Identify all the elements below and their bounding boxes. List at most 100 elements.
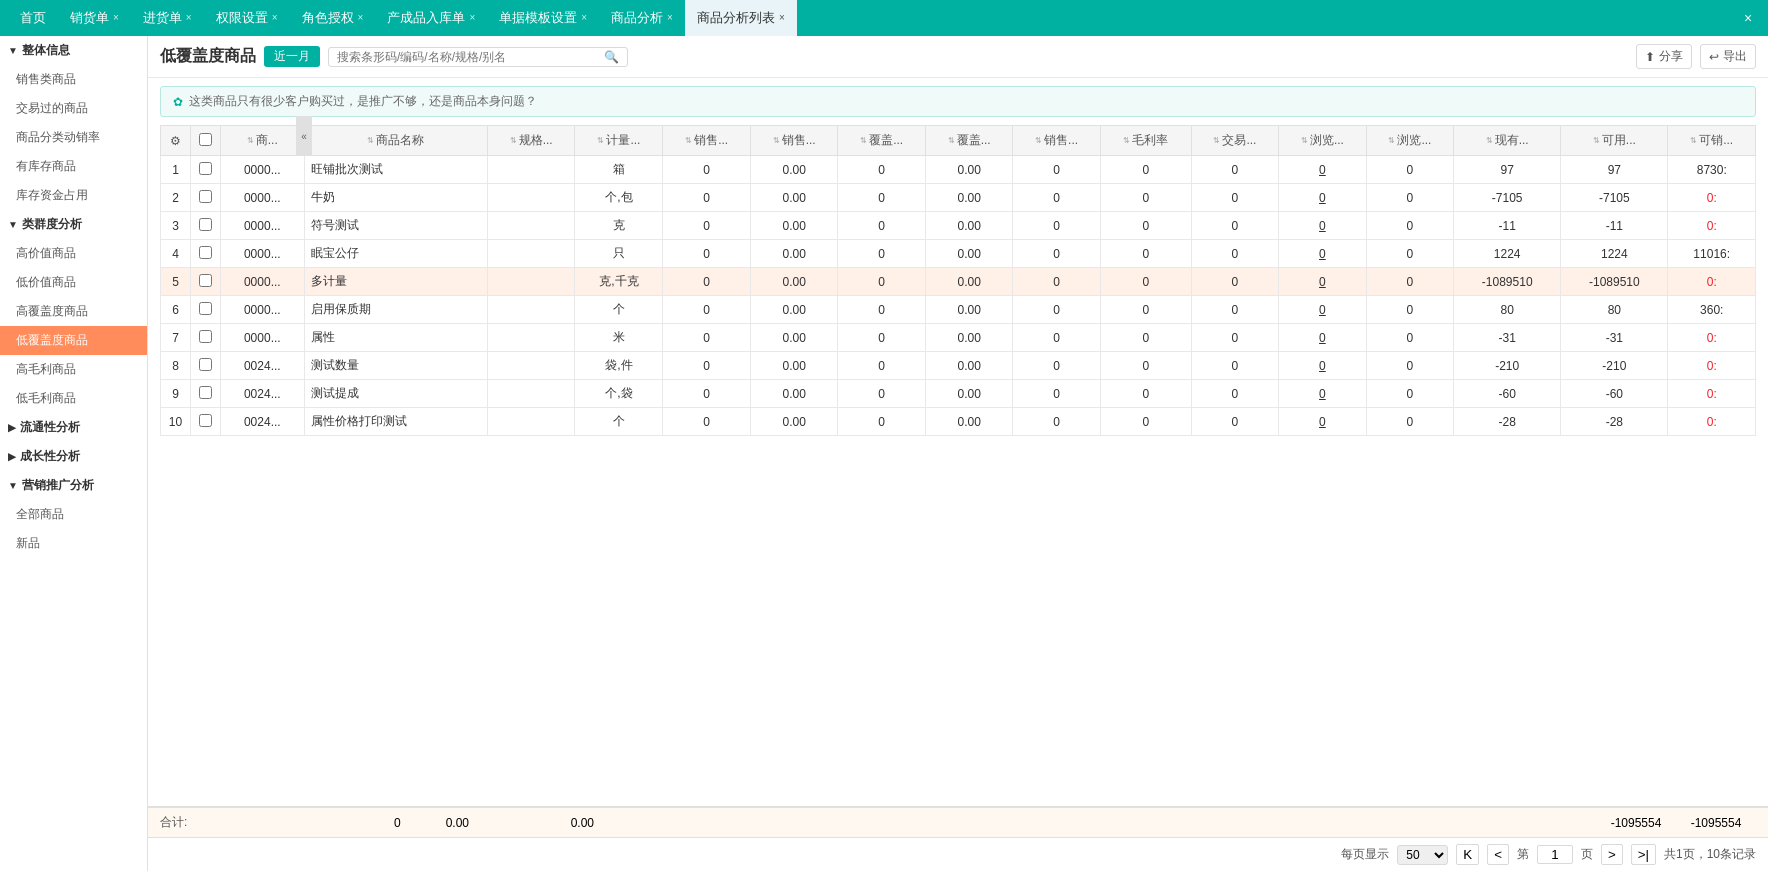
- cell-checkbox[interactable]: [191, 324, 221, 352]
- row-checkbox[interactable]: [199, 386, 212, 399]
- footer-current: -1095554: [1596, 816, 1676, 830]
- cell-checkbox[interactable]: [191, 380, 221, 408]
- cell-sales2: 0.00: [750, 296, 837, 324]
- sidebar-item-stock-capital[interactable]: 库存资金占用: [0, 181, 147, 210]
- cell-browse1[interactable]: 0: [1279, 240, 1366, 268]
- next-page-btn[interactable]: >: [1601, 844, 1623, 865]
- cell-browse1[interactable]: 0: [1279, 296, 1366, 324]
- nav-close-analysis[interactable]: ×: [667, 0, 673, 36]
- sidebar-item-traded-goods[interactable]: 交易过的商品: [0, 94, 147, 123]
- last-page-btn[interactable]: >|: [1631, 844, 1656, 865]
- row-checkbox[interactable]: [199, 302, 212, 315]
- cell-unit: 个: [575, 296, 663, 324]
- sidebar-section-growth[interactable]: ▶ 成长性分析: [0, 442, 147, 471]
- sidebar-section-overall[interactable]: ▼ 整体信息: [0, 36, 147, 65]
- page-size-select[interactable]: 50 100 200: [1397, 845, 1448, 865]
- col-settings[interactable]: ⚙: [161, 126, 191, 156]
- share-btn[interactable]: ⬆ 分享: [1636, 44, 1692, 69]
- cell-browse1[interactable]: 0: [1279, 324, 1366, 352]
- sidebar-item-all-goods[interactable]: 全部商品: [0, 500, 147, 529]
- cell-checkbox[interactable]: [191, 296, 221, 324]
- sidebar-item-new-goods[interactable]: 新品: [0, 529, 147, 558]
- cell-spec: [487, 184, 574, 212]
- col-name: ⇅商品名称: [304, 126, 487, 156]
- nav-template[interactable]: 单据模板设置 ×: [487, 0, 599, 36]
- page-number-input[interactable]: [1537, 845, 1573, 864]
- cell-browse1[interactable]: 0: [1279, 408, 1366, 436]
- nav-analysis-list[interactable]: 商品分析列表 ×: [685, 0, 797, 36]
- nav-close-sales[interactable]: ×: [113, 0, 119, 36]
- export-btn[interactable]: ↩ 导出: [1700, 44, 1756, 69]
- cell-checkbox[interactable]: [191, 408, 221, 436]
- prev-page-btn[interactable]: <: [1487, 844, 1509, 865]
- cell-sellable: 360:: [1668, 296, 1756, 324]
- cell-browse1[interactable]: 0: [1279, 212, 1366, 240]
- nav-close-purchase[interactable]: ×: [186, 0, 192, 36]
- sidebar-item-high-value[interactable]: 高价值商品: [0, 239, 147, 268]
- cell-sales3: 0: [1013, 268, 1100, 296]
- cell-checkbox[interactable]: [191, 268, 221, 296]
- sidebar-item-low-value[interactable]: 低价值商品: [0, 268, 147, 297]
- cell-coverage2: 0.00: [925, 408, 1012, 436]
- nav-close-product-in[interactable]: ×: [469, 0, 475, 36]
- first-page-btn[interactable]: K: [1456, 844, 1479, 865]
- nav-analysis[interactable]: 商品分析 ×: [599, 0, 685, 36]
- nav-close-all-btn[interactable]: ×: [1736, 6, 1760, 30]
- cell-browse1[interactable]: 0: [1279, 184, 1366, 212]
- col-browse2: ⇅浏览...: [1366, 126, 1453, 156]
- nav-home[interactable]: 首页: [8, 0, 58, 36]
- select-all-checkbox[interactable]: [199, 133, 212, 146]
- sidebar-section-circulation[interactable]: ▶ 流通性分析: [0, 413, 147, 442]
- settings-icon[interactable]: ⚙: [170, 134, 181, 148]
- search-icon[interactable]: 🔍: [604, 50, 619, 64]
- cell-checkbox[interactable]: [191, 352, 221, 380]
- sidebar-item-low-coverage[interactable]: 低覆盖度商品: [0, 326, 147, 355]
- row-checkbox[interactable]: [199, 162, 212, 175]
- nav-close-analysis-list[interactable]: ×: [779, 0, 785, 36]
- col-checkbox[interactable]: [191, 126, 221, 156]
- row-checkbox[interactable]: [199, 274, 212, 287]
- cell-checkbox[interactable]: [191, 184, 221, 212]
- nav-permission[interactable]: 权限设置 ×: [204, 0, 290, 36]
- cell-browse1[interactable]: 0: [1279, 352, 1366, 380]
- table-row: 8 0024... 测试数量 袋,件 0 0.00 0 0.00 0 0 0 0…: [161, 352, 1756, 380]
- sidebar-item-high-coverage[interactable]: 高覆盖度商品: [0, 297, 147, 326]
- row-checkbox[interactable]: [199, 218, 212, 231]
- sidebar-section-cluster[interactable]: ▼ 类群度分析: [0, 210, 147, 239]
- cell-name: 牛奶: [304, 184, 487, 212]
- cell-browse1[interactable]: 0: [1279, 268, 1366, 296]
- sidebar-item-low-margin[interactable]: 低毛利商品: [0, 384, 147, 413]
- cell-code: 0000...: [221, 212, 305, 240]
- cell-checkbox[interactable]: [191, 156, 221, 184]
- cell-name: 属性价格打印测试: [304, 408, 487, 436]
- filter-period-btn[interactable]: 近一月: [264, 46, 320, 67]
- cell-checkbox[interactable]: [191, 240, 221, 268]
- sidebar-item-sales-goods[interactable]: 销售类商品: [0, 65, 147, 94]
- row-checkbox[interactable]: [199, 414, 212, 427]
- nav-close-template[interactable]: ×: [581, 0, 587, 36]
- cell-browse1[interactable]: 0: [1279, 156, 1366, 184]
- row-checkbox[interactable]: [199, 330, 212, 343]
- cell-trade: 0: [1191, 408, 1278, 436]
- sidebar-item-high-margin[interactable]: 高毛利商品: [0, 355, 147, 384]
- sidebar-collapse-btn[interactable]: «: [296, 116, 312, 156]
- row-checkbox[interactable]: [199, 190, 212, 203]
- row-checkbox[interactable]: [199, 246, 212, 259]
- nav-sales[interactable]: 销货单 ×: [58, 0, 131, 36]
- cell-browse2: 0: [1366, 352, 1453, 380]
- row-checkbox[interactable]: [199, 358, 212, 371]
- sidebar-item-in-stock[interactable]: 有库存商品: [0, 152, 147, 181]
- cell-checkbox[interactable]: [191, 212, 221, 240]
- sidebar-item-category-sales-rate[interactable]: 商品分类动销率: [0, 123, 147, 152]
- sidebar-section-marketing[interactable]: ▼ 营销推广分析: [0, 471, 147, 500]
- nav-close-role[interactable]: ×: [358, 0, 364, 36]
- nav-role[interactable]: 角色授权 ×: [290, 0, 376, 36]
- search-input[interactable]: [337, 50, 604, 64]
- nav-close-permission[interactable]: ×: [272, 0, 278, 36]
- cell-browse1[interactable]: 0: [1279, 380, 1366, 408]
- data-table: ⚙ ⇅商... ⇅商品名称 ⇅规格...: [160, 125, 1756, 436]
- nav-product-in[interactable]: 产成品入库单 ×: [375, 0, 487, 36]
- table-container[interactable]: ⚙ ⇅商... ⇅商品名称 ⇅规格...: [148, 125, 1768, 806]
- page-size-label: 每页显示: [1341, 846, 1389, 863]
- nav-purchase[interactable]: 进货单 ×: [131, 0, 204, 36]
